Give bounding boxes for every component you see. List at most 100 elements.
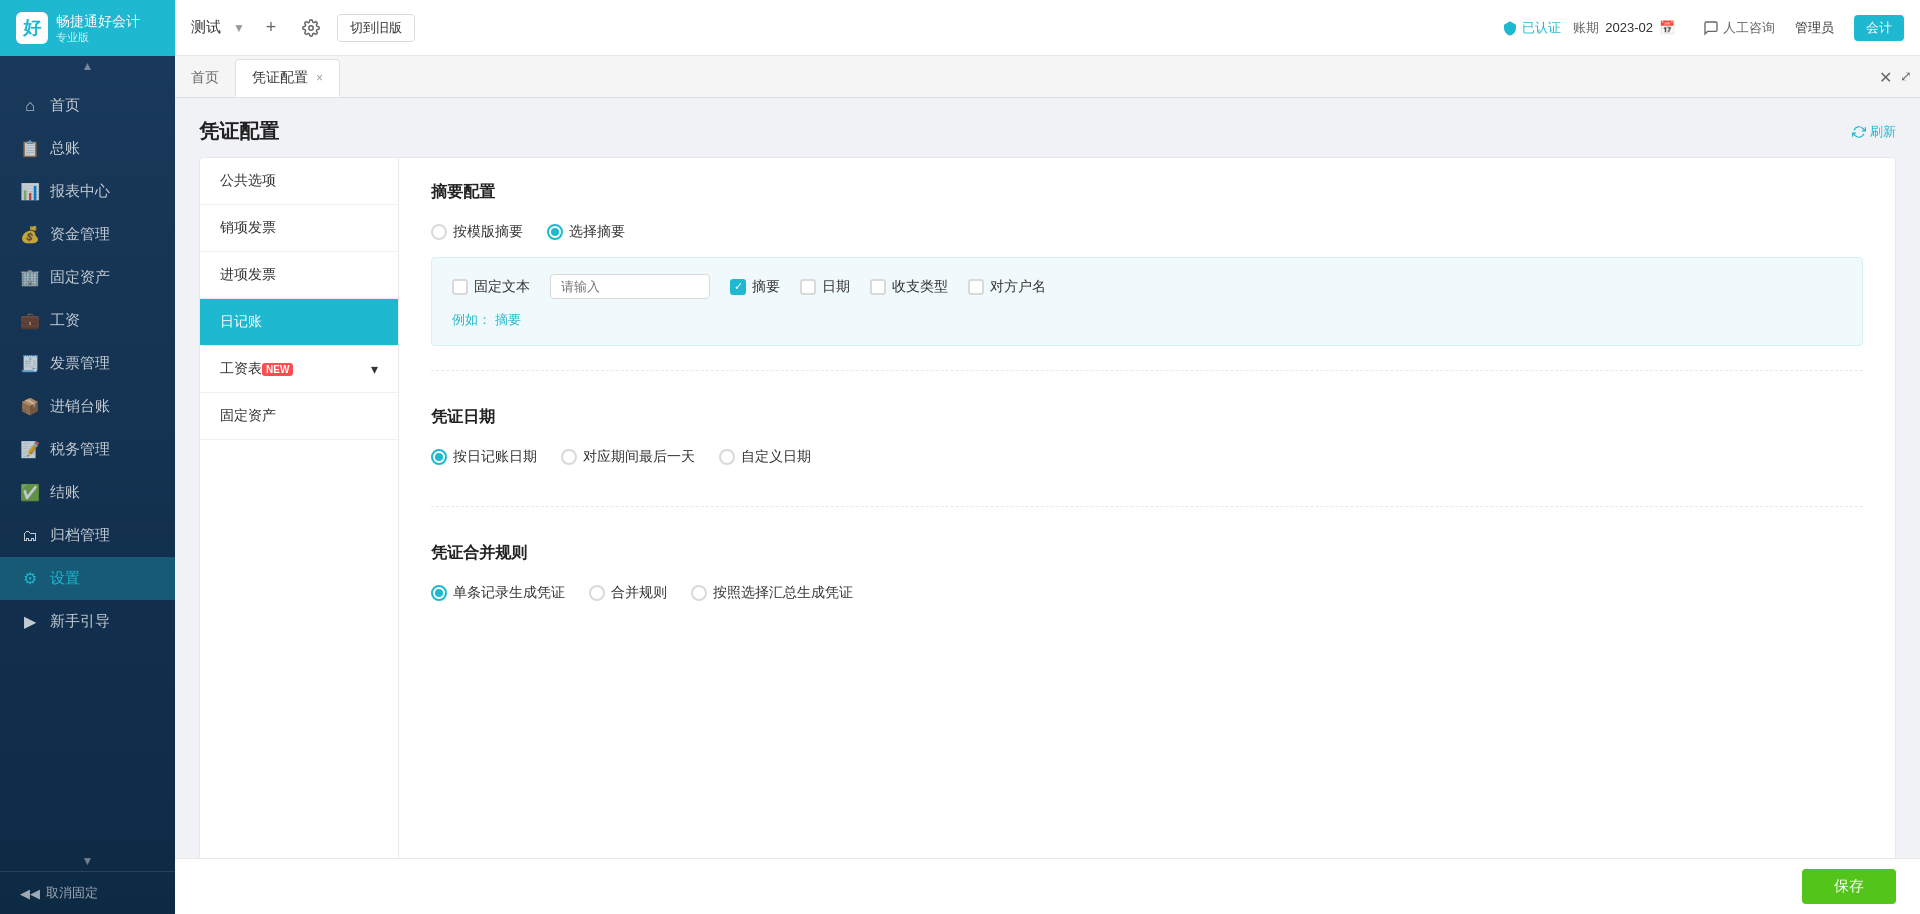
nav-item-journal[interactable]: 日记账 [200, 299, 398, 346]
pin-icon: ◀◀ [20, 886, 40, 901]
date-section-title: 凭证日期 [431, 407, 1863, 428]
radio-journal-date[interactable]: 按日记账日期 [431, 448, 537, 466]
company-name: 测试 [191, 18, 221, 37]
date-radio-group: 按日记账日期 对应期间最后一天 自定义日期 [431, 448, 1863, 466]
merge-section-title: 凭证合并规则 [431, 543, 1863, 564]
sidebar-item-archive[interactable]: 🗂 归档管理 [0, 514, 175, 557]
radio-by-selection[interactable]: 按照选择汇总生成凭证 [691, 584, 853, 602]
archive-icon: 🗂 [20, 527, 40, 545]
invoice-icon: 🧾 [20, 354, 40, 373]
arrow-down-icon: ▾ [371, 361, 378, 377]
page-body: 公共选项 销项发票 进项发票 日记账 工资表 NEW ▾ 固定资产 [175, 157, 1920, 914]
guide-icon: ▶ [20, 612, 40, 631]
radio-merge-rule[interactable]: 合并规则 [589, 584, 667, 602]
nav-item-purchase-invoice[interactable]: 进项发票 [200, 252, 398, 299]
radio-circle-custom-date [719, 449, 735, 465]
sidebar-scroll-up[interactable]: ▲ [0, 56, 175, 76]
closing-icon: ✅ [20, 483, 40, 502]
summary-checkbox-group: 固定文本 ✓ 摘要 日期 收支类型 [452, 274, 1842, 299]
nav-item-sales-invoice[interactable]: 销项发票 [200, 205, 398, 252]
checkbox-box-counterpart [968, 279, 984, 295]
page-title: 凭证配置 [199, 118, 279, 145]
period-display: 账期 2023-02 📅 [1573, 19, 1675, 37]
radio-custom-date[interactable]: 自定义日期 [719, 448, 811, 466]
sidebar-item-sales[interactable]: 📦 进销台账 [0, 385, 175, 428]
sales-icon: 📦 [20, 397, 40, 416]
sidebar-scroll-down[interactable]: ▼ [0, 851, 175, 871]
radio-circle-by-selection [691, 585, 707, 601]
payroll-icon: 💼 [20, 311, 40, 330]
user-button[interactable]: 管理员 [1787, 15, 1842, 41]
tab-close-icon[interactable]: × [316, 71, 323, 85]
consult-button[interactable]: 人工咨询 [1703, 19, 1775, 37]
radio-template-summary[interactable]: 按模版摘要 [431, 223, 523, 241]
sidebar-item-capital[interactable]: 💰 资金管理 [0, 213, 175, 256]
nav-item-fixed-assets[interactable]: 固定资产 [200, 393, 398, 440]
checkbox-abstract[interactable]: ✓ 摘要 [730, 278, 780, 296]
tax-icon: 📝 [20, 440, 40, 459]
merge-config-section: 凭证合并规则 单条记录生成凭证 合并规则 按照选择汇总生成凭证 [431, 543, 1863, 642]
checkbox-box-date [800, 279, 816, 295]
left-nav: 公共选项 销项发票 进项发票 日记账 工资表 NEW ▾ 固定资产 [199, 157, 399, 890]
refresh-button[interactable]: 刷新 [1852, 123, 1896, 141]
radio-circle-merge [589, 585, 605, 601]
calendar-icon[interactable]: 📅 [1659, 20, 1675, 35]
radio-single-record[interactable]: 单条记录生成凭证 [431, 584, 565, 602]
sidebar-item-reports[interactable]: 📊 报表中心 [0, 170, 175, 213]
topbar-settings-button[interactable] [297, 14, 325, 42]
checkbox-date[interactable]: 日期 [800, 278, 850, 296]
checkbox-box-fixed-text [452, 279, 468, 295]
sidebar-logo: 好 畅捷通好会计 专业版 [0, 0, 175, 56]
checkbox-income-type[interactable]: 收支类型 [870, 278, 948, 296]
switch-version-button[interactable]: 切到旧版 [337, 14, 415, 42]
sidebar-item-settings[interactable]: ⚙ 设置 [0, 557, 175, 600]
example-text: 例如： 摘要 [452, 311, 1842, 329]
merge-radio-group: 单条记录生成凭证 合并规则 按照选择汇总生成凭证 [431, 584, 1863, 602]
fixed-text-input[interactable] [550, 274, 710, 299]
radio-last-day[interactable]: 对应期间最后一天 [561, 448, 695, 466]
summary-section-title: 摘要配置 [431, 182, 1863, 203]
radio-circle-last-day [561, 449, 577, 465]
sidebar-item-closing[interactable]: ✅ 结账 [0, 471, 175, 514]
example-tag: 摘要 [495, 312, 521, 327]
radio-circle-template [431, 224, 447, 240]
checkbox-box-income-type [870, 279, 886, 295]
tab-home[interactable]: 首页 [175, 59, 235, 97]
tabbar: 首页 凭证配置 × ✕ ⤢ [175, 56, 1920, 98]
company-dropdown[interactable]: ▼ [233, 21, 245, 35]
checkbox-fixed-text[interactable]: 固定文本 [452, 278, 530, 296]
close-window-icon[interactable]: ✕ [1879, 67, 1892, 86]
page-header: 凭证配置 刷新 [175, 98, 1920, 157]
radio-circle-select [547, 224, 563, 240]
radio-circle-single [431, 585, 447, 601]
sidebar-item-home[interactable]: ⌂ 首页 [0, 84, 175, 127]
checkbox-counterpart[interactable]: 对方户名 [968, 278, 1046, 296]
sidebar-item-tax[interactable]: 📝 税务管理 [0, 428, 175, 471]
sidebar-item-ledger[interactable]: 📋 总账 [0, 127, 175, 170]
maximize-icon[interactable]: ⤢ [1900, 67, 1912, 86]
logo-text: 畅捷通好会计 专业版 [56, 12, 140, 44]
new-badge: NEW [262, 363, 293, 376]
radio-select-summary[interactable]: 选择摘要 [547, 223, 625, 241]
main-content: 首页 凭证配置 × ✕ ⤢ 凭证配置 刷新 公共选项 销项发票 [175, 56, 1920, 914]
sidebar-item-guide[interactable]: ▶ 新手引导 [0, 600, 175, 643]
nav-item-public[interactable]: 公共选项 [200, 158, 398, 205]
svg-point-0 [309, 25, 314, 30]
accountant-button[interactable]: 会计 [1854, 15, 1904, 41]
sidebar-item-assets[interactable]: 🏢 固定资产 [0, 256, 175, 299]
certified-badge: 已认证 [1502, 19, 1561, 37]
config-right-content: 摘要配置 按模版摘要 选择摘要 固定文本 [399, 157, 1896, 890]
topbar: 测试 ▼ + 切到旧版 已认证 账期 2023-02 📅 人工咨询 管理员 会计 [175, 0, 1920, 56]
sidebar-item-invoice[interactable]: 🧾 发票管理 [0, 342, 175, 385]
date-config-section: 凭证日期 按日记账日期 对应期间最后一天 自定义日期 [431, 407, 1863, 507]
sidebar-item-payroll[interactable]: 💼 工资 [0, 299, 175, 342]
tab-voucher-config[interactable]: 凭证配置 × [235, 59, 340, 97]
save-button[interactable]: 保存 [1802, 869, 1896, 904]
add-tab-button[interactable]: + [257, 14, 285, 42]
tabbar-actions: ✕ ⤢ [1879, 67, 1912, 86]
cancel-fixed-button[interactable]: ◀◀ 取消固定 [0, 871, 175, 914]
nav-item-payroll-table[interactable]: 工资表 NEW ▾ [200, 346, 398, 393]
summary-config-section: 摘要配置 按模版摘要 选择摘要 固定文本 [431, 182, 1863, 371]
save-bar: 保存 [175, 858, 1920, 914]
settings-icon: ⚙ [20, 569, 40, 588]
